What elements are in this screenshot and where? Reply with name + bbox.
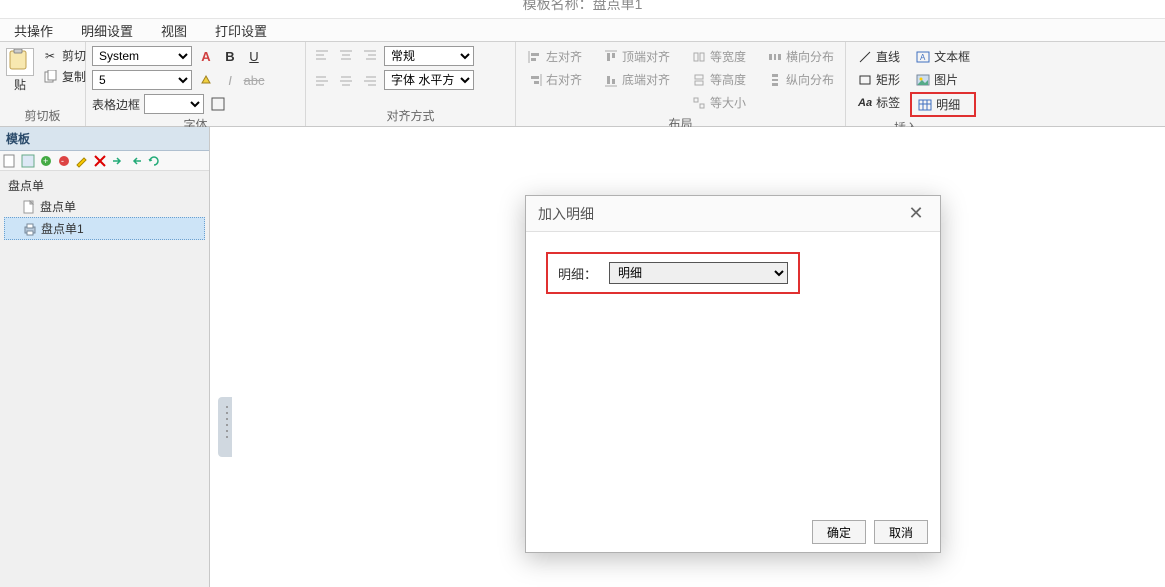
font-color-button[interactable]: A [196,46,216,66]
svg-text:+: + [43,156,48,166]
cancel-button[interactable]: 取消 [874,520,928,544]
detail-field-row: 明细： 明细 [546,252,800,294]
align-top-center-icon[interactable] [336,46,356,66]
menu-common-ops[interactable]: 共操作 [0,19,67,41]
title-bar: 模板名称：盘点单1 [0,0,1165,18]
dialog-body: 明细： 明细 [526,232,940,512]
cut-button[interactable]: ✂ 剪切 [38,46,90,65]
menu-print-settings[interactable]: 打印设置 [201,19,281,41]
add-detail-dialog: 加入明细 ✕ 明细： 明细 确定 取消 [525,195,941,553]
panel-add-icon[interactable]: + [38,153,54,169]
panel-new-icon[interactable] [2,153,18,169]
group-insert: 直线 矩形 Aa标签 A文本框 图片 明细 插入 [846,42,966,126]
detail-select[interactable]: 明细 [609,262,788,284]
paste-button[interactable]: 贴 [6,46,34,94]
align-top-right-icon[interactable] [360,46,380,66]
panel-refresh-icon[interactable] [146,153,162,169]
layout-eq-width[interactable]: 等宽度 [686,46,752,67]
italic-button[interactable]: I [220,70,240,90]
font-family-select[interactable]: System [92,46,192,66]
panel-template-icon[interactable] [20,153,36,169]
copy-icon [42,69,58,85]
paste-icon [6,48,34,76]
layout-v-distribute[interactable]: 纵向分布 [762,69,840,90]
panel-export-icon[interactable] [128,153,144,169]
align-mid-right-icon[interactable] [360,70,380,90]
menu-detail-settings[interactable]: 明细设置 [67,19,147,41]
tree-root-item[interactable]: 盘点单 [4,175,205,196]
align-mode-select[interactable]: 常规 [384,46,474,66]
layout-right-align[interactable]: 右对齐 [522,69,588,90]
template-title: 模板名称：盘点单1 [523,0,643,12]
fill-color-button[interactable] [196,70,216,90]
insert-textbox[interactable]: A文本框 [910,46,976,67]
dialog-title: 加入明细 [538,204,594,224]
printer-icon [23,222,37,236]
layout-bottom-align[interactable]: 底端对齐 [598,69,676,90]
border-style-button[interactable] [208,94,228,114]
layout-eq-height[interactable]: 等高度 [686,69,752,90]
insert-label[interactable]: Aa标签 [852,92,906,113]
bold-button[interactable]: B [220,46,240,66]
insert-line[interactable]: 直线 [852,46,906,67]
font-size-select[interactable]: 5 [92,70,192,90]
panel-remove-icon[interactable]: - [56,153,72,169]
dialog-close-button[interactable]: ✕ [904,203,928,224]
canvas-grip[interactable] [218,397,232,457]
align-group-label: 对齐方式 [312,105,509,124]
insert-rect[interactable]: 矩形 [852,69,906,90]
layout-h-distribute[interactable]: 横向分布 [762,46,840,67]
layout-left-align[interactable]: 左对齐 [522,46,588,67]
svg-text:-: - [61,156,64,166]
insert-image[interactable]: 图片 [910,69,976,90]
copy-button[interactable]: 复制 [38,67,90,86]
panel-header: 模板 [0,127,209,151]
menu-view[interactable]: 视图 [147,19,201,41]
border-label: 表格边框 [92,96,140,113]
ribbon-toolbar: 贴 ✂ 剪切 复制 剪切板 System A B [0,42,1165,127]
dialog-footer: 确定 取消 [526,512,940,552]
align-mid-center-icon[interactable] [336,70,356,90]
align-mid-left-icon[interactable] [312,70,332,90]
layout-eq-size[interactable]: 等大小 [686,92,752,113]
underline-button[interactable]: U [244,46,264,66]
font-horizontal-select[interactable]: 字体 水平方向 [384,70,474,90]
group-clipboard: 贴 ✂ 剪切 复制 剪切板 [0,42,86,126]
panel-toolbar: + - [0,151,209,171]
table-border-select[interactable] [144,94,204,114]
scissors-icon: ✂ [42,48,58,64]
group-layout: 左对齐 右对齐 顶端对齐 底端对齐 等宽度 等高度 等大小 横向分布 纵向分布 … [516,42,846,126]
insert-detail[interactable]: 明细 [910,92,976,117]
panel-delete-icon[interactable] [92,153,108,169]
group-align: 常规 字体 水平方向 对齐方式 [306,42,516,126]
ok-button[interactable]: 确定 [812,520,866,544]
tree-item-2[interactable]: 盘点单1 [4,217,205,240]
template-tree: 盘点单 盘点单 盘点单1 [0,171,209,244]
align-top-left-icon[interactable] [312,46,332,66]
tree-item-1[interactable]: 盘点单 [4,196,205,217]
detail-label: 明细： [558,264,597,283]
group-font: System A B U 5 I abc 表格边框 字体 [86,42,306,126]
panel-import-icon[interactable] [110,153,126,169]
dialog-title-bar: 加入明细 ✕ [526,196,940,232]
document-icon [22,200,36,214]
menu-bar: 共操作 明细设置 视图 打印设置 [0,18,1165,42]
layout-top-align[interactable]: 顶端对齐 [598,46,676,67]
strike-button[interactable]: abc [244,70,264,90]
panel-edit-icon[interactable] [74,153,90,169]
svg-text:A: A [920,53,926,62]
clipboard-label: 剪切板 [6,105,79,124]
template-panel: 模板 + - 盘点单 盘点单 盘点单1 [0,127,210,587]
